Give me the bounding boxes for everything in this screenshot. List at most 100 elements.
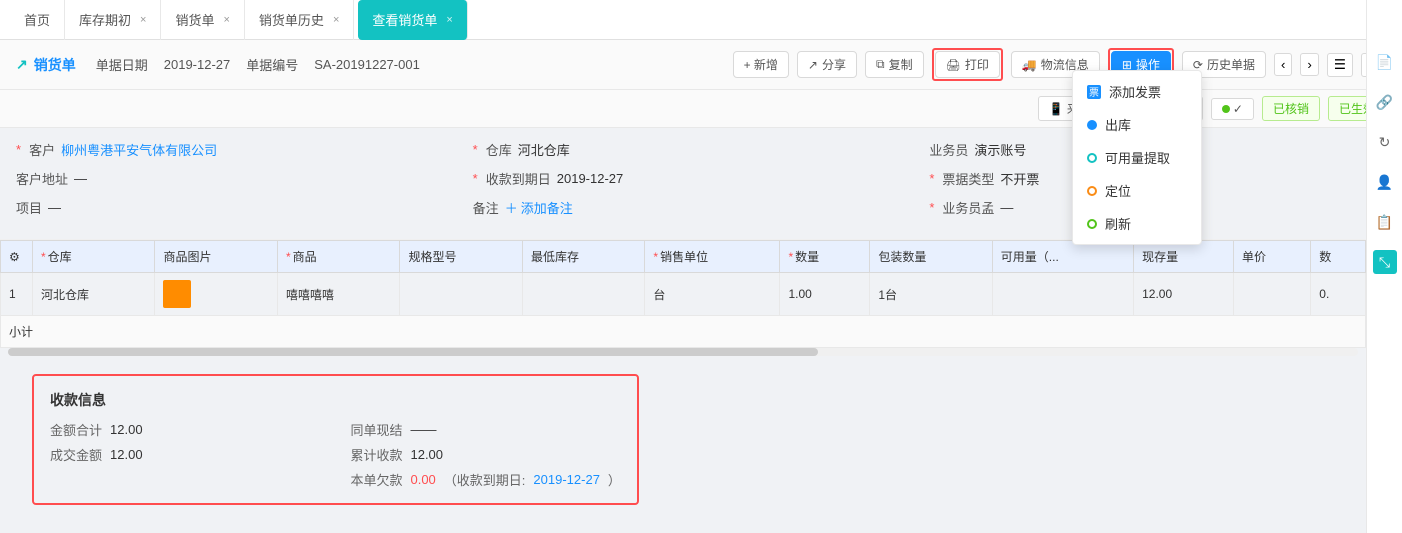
share-icon: ↗ — [808, 58, 818, 72]
dropdown-refresh[interactable]: 刷新 — [1073, 207, 1201, 240]
invoice-icon: 票 — [1087, 85, 1101, 99]
close-tab-sales[interactable]: × — [223, 14, 229, 26]
project-value: — — [48, 200, 61, 215]
check-button[interactable]: ✓ — [1211, 98, 1254, 120]
due-date-value: 2019-12-27 — [533, 472, 600, 487]
row-product: 嘻嘻嘻嘻 — [277, 273, 399, 316]
print-highlight-box: 🖨 打印 — [932, 48, 1003, 81]
payment-date-value: 2019-12-27 — [557, 171, 624, 186]
row-img — [155, 273, 277, 316]
tab-sales-order[interactable]: 销货单 × — [161, 0, 244, 40]
dropdown-outbound[interactable]: 出库 — [1073, 108, 1201, 141]
close-tab-history[interactable]: × — [333, 14, 339, 26]
ticket-value: 不开票 — [1000, 169, 1039, 188]
add-note-button[interactable]: ＋ 添加备注 — [505, 198, 573, 217]
tab-sales-history[interactable]: 销货单历史 × — [245, 0, 354, 40]
nav-prev-button[interactable]: ‹ — [1274, 53, 1292, 76]
col-min-stock: 最低库存 — [522, 241, 644, 273]
available-qty-icon — [1087, 153, 1097, 163]
same-order-item: 同单现结 —— — [350, 420, 620, 439]
col-unit: *销售单位 — [645, 241, 780, 273]
doc-date-value: 2019-12-27 — [164, 57, 231, 72]
check-dot — [1222, 105, 1230, 113]
table-row: 1 河北仓库 嘻嘻嘻嘻 台 1.00 1台 12.00 0. — [1, 273, 1366, 316]
sidebar-clip-icon[interactable]: 📋 — [1373, 210, 1397, 234]
doc-no-value: SA-20191227-001 — [314, 57, 420, 72]
nav-next-button[interactable]: › — [1300, 53, 1318, 76]
scrollbar-thumb[interactable] — [8, 348, 818, 356]
row-stock: 12.00 — [1134, 273, 1234, 316]
tab-inventory-init[interactable]: 库存期初 × — [65, 0, 161, 40]
col-spec: 规格型号 — [400, 241, 522, 273]
share-button[interactable]: ↗ 分享 — [797, 51, 857, 78]
col-qty: *数量 — [780, 241, 870, 273]
col-pkg-qty: 包装数量 — [870, 241, 992, 273]
print-button[interactable]: 🖨 打印 — [935, 51, 1000, 78]
owed-amount-value: 0.00 — [410, 472, 435, 487]
row-available — [992, 273, 1133, 316]
sidebar-doc-icon[interactable]: 📄 — [1373, 50, 1397, 74]
row-unit: 台 — [645, 273, 780, 316]
truck-icon: 🚚 — [1022, 58, 1037, 72]
doc-title: ↗ 销货单 — [16, 55, 76, 75]
horizontal-scrollbar[interactable] — [8, 348, 1358, 356]
row-no: 1 — [1, 273, 33, 316]
customer-value[interactable]: 柳州粤港平安气体有限公司 — [61, 140, 217, 159]
deal-amount-item: 成交金额 12.00 — [50, 445, 320, 464]
doc-no-label: 单据编号 — [246, 55, 298, 74]
col-warehouse: *仓库 — [33, 241, 155, 273]
warehouse-value: 河北仓库 — [518, 140, 570, 159]
new-button[interactable]: + 新增 — [733, 51, 789, 78]
col-available: 可用量（... — [992, 241, 1133, 273]
col-settings: ⚙ — [1, 241, 33, 273]
total-amount-value: 12.00 — [110, 422, 143, 437]
row-price — [1234, 273, 1311, 316]
dropdown-available-qty[interactable]: 可用量提取 — [1073, 141, 1201, 174]
payment-date-field: * 收款到期日 2019-12-27 — [473, 169, 930, 188]
sidebar-link-icon[interactable]: 🔗 — [1373, 90, 1397, 114]
deal-amount-value: 12.00 — [110, 447, 143, 462]
sidebar-user-icon[interactable]: 👤 — [1373, 170, 1397, 194]
total-amount-item: 金额合计 12.00 — [50, 420, 320, 439]
row-min-stock — [522, 273, 644, 316]
print-icon: 🖨 — [946, 58, 961, 72]
summary-section: 收款信息 金额合计 12.00 同单现结 —— 成交金额 12.00 累计收款 … — [32, 374, 639, 505]
product-image — [163, 280, 191, 308]
sales-table: ⚙ *仓库 商品图片 *商品 规格型号 最低库存 *销售单位 *数量 包装数量 … — [0, 240, 1366, 348]
tab-view-sales[interactable]: 查看销货单 × — [358, 0, 467, 40]
sidebar-refresh-icon[interactable]: ↻ — [1373, 130, 1397, 154]
copy-button[interactable]: ⧉ 复制 — [865, 51, 924, 78]
close-tab-inventory[interactable]: × — [140, 14, 146, 26]
warehouse-field: * 仓库 河北仓库 — [473, 140, 930, 159]
row-amount: 0. — [1311, 273, 1366, 316]
table-container: ⚙ *仓库 商品图片 *商品 规格型号 最低库存 *销售单位 *数量 包装数量 … — [0, 240, 1366, 356]
dropdown-locate[interactable]: 定位 — [1073, 174, 1201, 207]
salesperson-value: — — [1000, 200, 1013, 215]
summary-title: 收款信息 — [50, 390, 621, 410]
operations-dropdown: 票 添加发票 出库 可用量提取 定位 刷新 — [1072, 70, 1202, 245]
note-field: 备注 ＋ 添加备注 — [473, 198, 930, 217]
status-done-badge: 已核销 — [1262, 96, 1320, 121]
summary-container: 收款信息 金额合计 12.00 同单现结 —— 成交金额 12.00 累计收款 … — [0, 356, 1402, 523]
row-spec — [400, 273, 522, 316]
sales-order-icon: ↗ — [16, 56, 28, 73]
refresh-icon — [1087, 219, 1097, 229]
list-view-button[interactable]: ☰ — [1327, 53, 1353, 77]
right-sidebar: 📄 🔗 ↻ 👤 📋 ⤡ — [1366, 0, 1402, 533]
close-tab-view[interactable]: × — [446, 14, 452, 26]
dropdown-add-invoice[interactable]: 票 添加发票 — [1073, 75, 1201, 108]
row-warehouse: 河北仓库 — [33, 273, 155, 316]
col-amount: 数 — [1311, 241, 1366, 273]
customer-field: * 客户 柳州粤港平安气体有限公司 — [16, 140, 473, 159]
subtotal-row: 小计 — [1, 316, 1366, 348]
tab-bar: 首页 库存期初 × 销货单 × 销货单历史 × 查看销货单 × × — [0, 0, 1402, 40]
cumulative-value: 12.00 — [410, 447, 443, 462]
doc-meta: 单据日期 2019-12-27 单据编号 SA-20191227-001 — [96, 55, 733, 74]
col-stock: 现存量 — [1134, 241, 1234, 273]
tab-home[interactable]: 首页 — [10, 0, 65, 40]
cumulative-item: 累计收款 12.00 — [350, 445, 620, 464]
phone-icon: 📱 — [1049, 102, 1064, 116]
outbound-icon — [1087, 120, 1097, 130]
sidebar-expand-icon[interactable]: ⤡ — [1373, 250, 1397, 274]
col-price: 单价 — [1234, 241, 1311, 273]
